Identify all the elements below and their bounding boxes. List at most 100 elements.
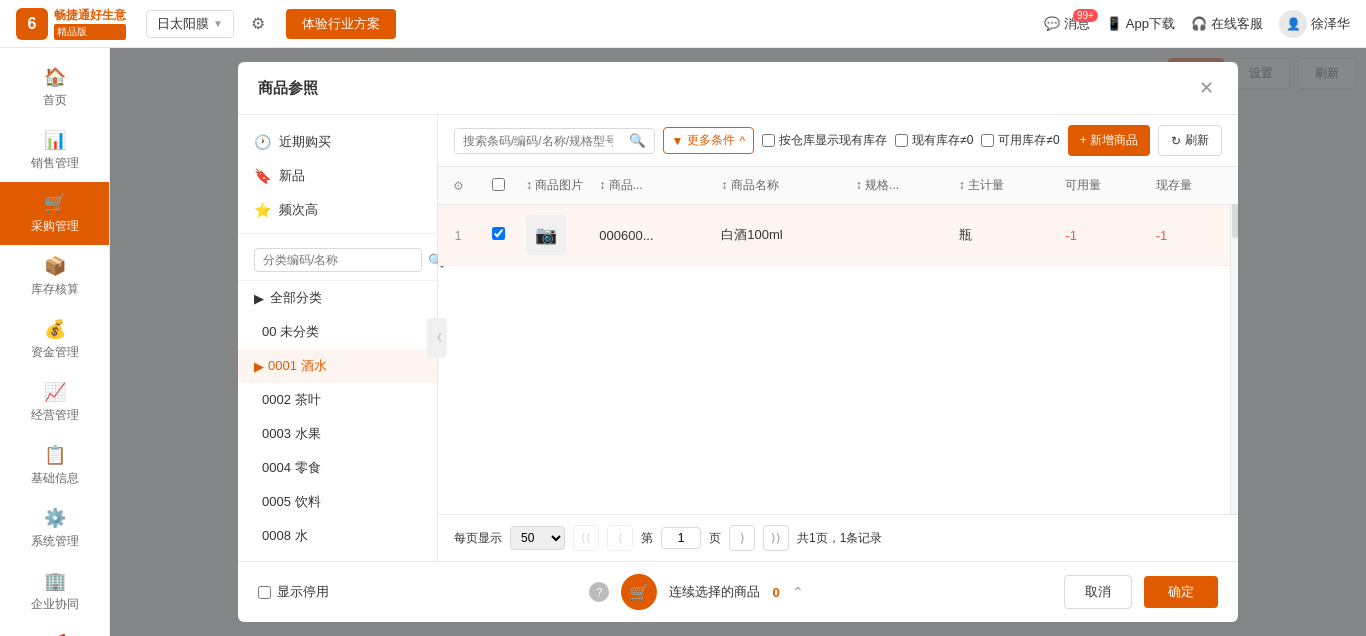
category-00[interactable]: 00 未分类	[238, 315, 437, 349]
left-nav-recent[interactable]: 🕐 近期购买	[238, 125, 437, 159]
modal-title: 商品参照	[258, 79, 318, 98]
purchase-icon: 🛒	[44, 192, 66, 214]
col-code-sort-icon: ↕	[599, 178, 605, 192]
product-search-input[interactable]	[455, 129, 621, 153]
row-checkbox[interactable]	[492, 227, 505, 240]
last-page-btn[interactable]: ⟩⟩	[763, 525, 789, 551]
sidebar-item-purchase[interactable]: 🛒 采购管理	[0, 182, 109, 245]
checkbox-current-nonzero[interactable]: 现有库存≠0	[895, 132, 973, 149]
sidebar-item-inventory[interactable]: 📦 库存核算	[0, 245, 109, 308]
toolbar-right: + 新增商品 ↻ 刷新	[1068, 125, 1222, 156]
category-0008[interactable]: 0008 水	[238, 519, 437, 551]
cancel-btn[interactable]: 取消	[1064, 575, 1132, 609]
col-gear[interactable]: ⚙	[438, 167, 478, 205]
first-page-btn[interactable]: ⟨⟨	[573, 525, 599, 551]
add-product-btn[interactable]: + 新增商品	[1068, 125, 1150, 156]
help-icon[interactable]: ?	[589, 582, 609, 602]
store-selector[interactable]: 日太阳膜 ▼	[146, 10, 234, 38]
category-list: 00 未分类 ▶ 0001 酒水 0002 茶叶 0003 水果 0004 零食…	[238, 315, 437, 551]
all-categories-label: 全部分类	[270, 289, 322, 307]
col-checkbox	[478, 167, 518, 205]
row-name: 白酒100ml	[713, 205, 847, 266]
table-scrollbar[interactable]	[1230, 167, 1238, 514]
sidebar-item-home[interactable]: 🏠 首页	[0, 56, 109, 119]
left-nav-recent-label: 近期购买	[279, 133, 331, 151]
all-categories-header[interactable]: ▶ 全部分类	[238, 281, 437, 315]
user-menu[interactable]: 👤 徐泽华	[1279, 10, 1350, 38]
enterprise-icon: 🏢	[44, 570, 66, 592]
show-disabled-text: 显示停用	[277, 583, 329, 601]
row-code: 000600...	[591, 205, 713, 266]
category-0003[interactable]: 0003 水果	[238, 417, 437, 451]
table-row[interactable]: 1 📷 000600... 白酒100ml	[438, 205, 1238, 266]
sidebar-item-guide[interactable]: 🚀 新手引导	[0, 623, 109, 636]
trial-btn[interactable]: 体验行业方案	[286, 9, 396, 39]
category-search-input[interactable]	[254, 248, 422, 272]
row-img-cell: 📷	[518, 205, 591, 266]
col-spec-sort-icon: ↕	[856, 178, 862, 192]
sidebar-item-business[interactable]: 📈 经营管理	[0, 371, 109, 434]
show-disabled-label[interactable]: 显示停用	[258, 583, 329, 601]
page-number-input[interactable]	[661, 527, 701, 549]
product-search-btn[interactable]: 🔍	[621, 133, 654, 148]
category-0005[interactable]: 0005 饮料	[238, 485, 437, 519]
more-filter-btn[interactable]: ▼ 更多条件 ^	[663, 127, 755, 154]
select-all-checkbox[interactable]	[492, 178, 505, 191]
pagination: 每页显示 20 50 100 ⟨⟨ ⟨ 第 页 ⟩	[438, 514, 1238, 561]
sidebar-item-sales[interactable]: 📊 销售管理	[0, 119, 109, 182]
left-nav-new[interactable]: 🔖 新品	[238, 159, 437, 193]
checkbox-available-nonzero-input[interactable]	[981, 134, 994, 147]
prev-page-btn[interactable]: ⟨	[607, 525, 633, 551]
modal-close-btn[interactable]: ✕	[1194, 76, 1218, 100]
settings-icon[interactable]: ⚙	[242, 8, 274, 40]
modal-overlay: 商品参照 ✕ 🕐 近期购买 🔖 新品	[110, 48, 1366, 636]
collapse-icon[interactable]: ⌃	[792, 584, 804, 600]
show-disabled-checkbox[interactable]	[258, 586, 271, 599]
category-0004[interactable]: 0004 零食	[238, 451, 437, 485]
sidebar: 🏠 首页 📊 销售管理 🛒 采购管理 📦 库存核算 💰 资金管理 📈 经营管理 …	[0, 48, 110, 636]
new-icon: 🔖	[254, 168, 271, 184]
logo-icon: 6	[16, 8, 48, 40]
app-download[interactable]: 📱 App下载	[1106, 15, 1175, 33]
left-nav-frequent[interactable]: ⭐ 频次高	[238, 193, 437, 227]
confirm-btn[interactable]: 确定	[1144, 576, 1218, 608]
notifications[interactable]: 💬 消息 99+	[1044, 15, 1090, 33]
col-available-header: 可用量	[1057, 167, 1147, 205]
checkbox-by-warehouse[interactable]: 按仓库显示现有库存	[762, 132, 887, 149]
refresh-btn[interactable]: ↻ 刷新	[1158, 125, 1222, 156]
table-header-row: ⚙ ↕ 商品图片	[438, 167, 1238, 205]
main-content: 查询 设置 刷新 商品参照 ✕ 🕐 近期购买	[110, 48, 1366, 636]
sidebar-item-system[interactable]: ⚙️ 系统管理	[0, 497, 109, 560]
basic-icon: 📋	[44, 444, 66, 466]
col-img-header: ↕ 商品图片	[518, 167, 591, 205]
left-nav-frequent-label: 频次高	[279, 201, 318, 219]
category-0002[interactable]: 0002 茶叶	[238, 383, 437, 417]
col-name-sort-icon: ↕	[721, 178, 727, 192]
checkbox-available-nonzero[interactable]: 可用库存≠0	[981, 132, 1059, 149]
category-0001[interactable]: ▶ 0001 酒水	[238, 349, 437, 383]
sidebar-item-basic[interactable]: 📋 基础信息	[0, 434, 109, 497]
next-page-btn[interactable]: ⟩	[729, 525, 755, 551]
checkbox-current-nonzero-input[interactable]	[895, 134, 908, 147]
col-code-header[interactable]: ↕ 商品...	[591, 167, 713, 205]
online-service[interactable]: 🎧 在线客服	[1191, 15, 1263, 33]
page-size-select[interactable]: 20 50 100	[510, 526, 565, 550]
finance-icon: 💰	[44, 318, 66, 340]
sidebar-label-enterprise: 企业协同	[31, 596, 79, 613]
more-filter-label: 更多条件	[687, 132, 735, 149]
row-checkbox-cell	[478, 205, 518, 266]
phone-icon: 📱	[1106, 16, 1122, 31]
checkbox-by-warehouse-input[interactable]	[762, 134, 775, 147]
refresh-label: 刷新	[1185, 132, 1209, 149]
col-name-header[interactable]: ↕ 商品名称	[713, 167, 847, 205]
col-spec-header[interactable]: ↕ 规格...	[848, 167, 951, 205]
product-toolbar: 🔍 ▼ 更多条件 ^ 按仓库显示现有库存	[438, 115, 1238, 167]
sidebar-item-enterprise[interactable]: 🏢 企业协同	[0, 560, 109, 623]
col-unit-header[interactable]: ↕ 主计量	[951, 167, 1058, 205]
cart-btn[interactable]: 🛒	[621, 574, 657, 610]
product-table-container: ⚙ ↕ 商品图片	[438, 167, 1238, 514]
row-unit: 瓶	[951, 205, 1058, 266]
cart-label: 连续选择的商品	[669, 583, 760, 601]
col-current-header: 现存量	[1148, 167, 1238, 205]
sidebar-item-finance[interactable]: 💰 资金管理	[0, 308, 109, 371]
